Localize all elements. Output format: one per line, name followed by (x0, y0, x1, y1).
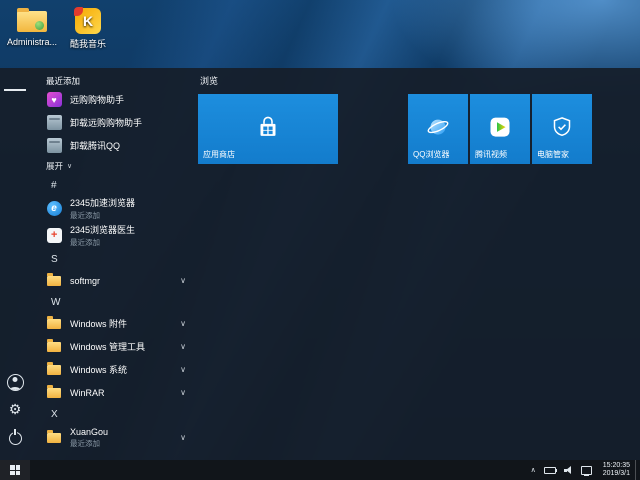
browser-doctor-icon: + (46, 228, 62, 243)
app-item-2345-browser-doctor[interactable]: + 2345浏览器医生 最近添加 (38, 222, 196, 249)
section-letter-x[interactable]: X (38, 404, 196, 424)
volume-icon[interactable] (563, 466, 573, 474)
chevron-down-icon: ∨ (180, 341, 186, 351)
chevron-down-icon: ∨ (180, 364, 186, 374)
app-item-2345-browser[interactable]: e 2345加速浏览器 最近添加 (38, 195, 196, 222)
tile-qq-browser[interactable]: QQ浏览器 (408, 94, 468, 164)
chevron-down-icon: ∨ (180, 275, 186, 285)
clock-time: 15:20:35 (602, 461, 630, 469)
folder-item-windows-accessories[interactable]: Windows 附件 ∨ (38, 312, 196, 335)
recently-added-tag: 最近添加 (70, 211, 100, 220)
uninstaller-icon (46, 115, 62, 130)
desktop-icon-label: 酷我音乐 (69, 39, 106, 49)
chevron-down-icon: ∨ (67, 163, 73, 170)
2345-browser-icon: e (46, 201, 62, 216)
kuwo-music-icon: K (72, 7, 104, 34)
folder-icon (47, 273, 61, 286)
battery-icon[interactable] (543, 466, 558, 474)
recently-added-tag: 最近添加 (70, 238, 100, 247)
folder-icon (47, 316, 61, 329)
desktop-icon-kuwo-music[interactable]: K 酷我音乐 (60, 7, 116, 50)
start-menu-rail: ⚙ (0, 68, 30, 460)
folder-item-softmgr[interactable]: softmgr ∨ (38, 269, 196, 292)
system-tray: ∧ 15:20:35 2019/3/1 (531, 462, 635, 479)
tile-pc-manager[interactable]: 电脑管家 (532, 94, 592, 164)
settings-button[interactable]: ⚙ (4, 399, 26, 421)
tile-tencent-video[interactable]: 腾讯视频 (470, 94, 530, 164)
hamburger-menu-icon[interactable] (4, 79, 26, 101)
kuwo-k-glyph: K (82, 13, 94, 29)
folder-item-winrar[interactable]: WinRAR ∨ (38, 381, 196, 404)
app-item-uninstall-shopping-assistant[interactable]: 卸载远购购物助手 (38, 111, 196, 134)
shopping-assistant-icon: ♥ (46, 92, 62, 107)
tile-app-store[interactable]: 应用商店 (198, 94, 338, 164)
tencent-video-icon (488, 115, 512, 139)
desktop-icon-label: Administra... (6, 37, 57, 47)
chevron-down-icon: ∨ (180, 387, 186, 397)
folder-icon (47, 385, 61, 398)
folder-icon (47, 430, 61, 443)
chevron-down-icon: ∨ (180, 432, 186, 442)
section-letter-s[interactable]: S (38, 249, 196, 269)
expand-button[interactable]: 展开 ∨ (38, 157, 196, 175)
windows-logo-icon (10, 465, 20, 475)
shield-icon (550, 115, 574, 139)
show-desktop-button[interactable] (635, 460, 640, 480)
gear-icon: ⚙ (8, 402, 22, 418)
section-letter-w[interactable]: W (38, 292, 196, 312)
desktop-icon-administrator[interactable]: Administra... (4, 8, 60, 47)
network-icon[interactable] (580, 465, 592, 476)
start-button[interactable] (0, 460, 30, 480)
app-list: 最近添加 ♥ 远购购物助手 卸载远购购物助手 卸载腾讯QQ 展开 ∨ # e 2… (30, 68, 196, 460)
clock-date: 2019/3/1 (602, 470, 630, 477)
folder-item-windows-system[interactable]: Windows 系统 ∨ (38, 358, 196, 381)
screen: Administra... K 酷我音乐 ⚙ 最近添加 ♥ 远购购物助手 卸载远… (0, 0, 640, 480)
power-icon (8, 428, 22, 445)
uninstaller-icon (46, 138, 62, 153)
tile-group-header[interactable]: 浏览 (198, 74, 640, 88)
tray-chevron-up-icon[interactable]: ∧ (531, 467, 536, 474)
user-icon (6, 373, 24, 391)
chevron-down-icon: ∨ (180, 318, 186, 328)
tile-area: 浏览 应用商店 QQ浏览器 腾讯视频 电脑管家 (196, 68, 640, 460)
recently-added-header: 最近添加 (46, 76, 81, 86)
folder-icon (47, 339, 61, 352)
qq-browser-icon (426, 115, 450, 139)
recently-added-tag: 最近添加 (70, 438, 100, 448)
store-bag-icon (255, 114, 281, 140)
taskbar-clock[interactable]: 15:20:35 2019/3/1 (600, 462, 633, 479)
app-item-shopping-assistant[interactable]: ♥ 远购购物助手 (38, 88, 196, 111)
taskbar: ∧ 15:20:35 2019/3/1 (0, 460, 640, 480)
folder-icon (16, 8, 48, 34)
user-account-button[interactable] (4, 371, 26, 393)
power-button[interactable] (4, 427, 26, 449)
folder-item-windows-admin-tools[interactable]: Windows 管理工具 ∨ (38, 335, 196, 358)
start-menu: ⚙ 最近添加 ♥ 远购购物助手 卸载远购购物助手 卸载腾讯QQ 展开 ∨ # e… (0, 68, 640, 460)
app-item-uninstall-qq[interactable]: 卸载腾讯QQ (38, 134, 196, 157)
user-badge-icon (35, 21, 44, 30)
section-letter-hash[interactable]: # (38, 175, 196, 195)
folder-item-xuangou[interactable]: XuanGou 最近添加 ∨ (38, 424, 196, 451)
folder-icon (47, 362, 61, 375)
